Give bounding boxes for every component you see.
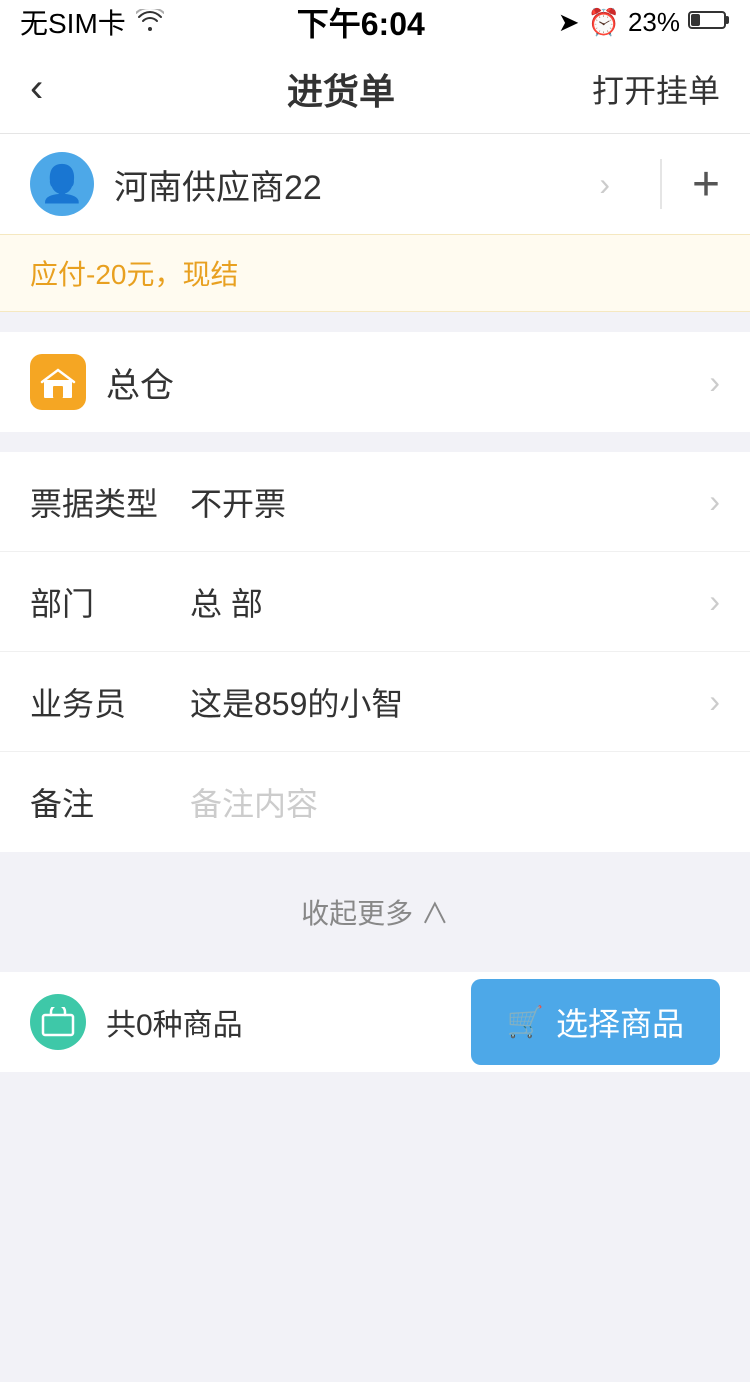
select-product-button[interactable]: 🛒 选择商品 [471, 979, 720, 1065]
back-button[interactable]: ‹ [30, 66, 90, 111]
warehouse-label: 总仓 [106, 358, 709, 407]
location-icon: ➤ [558, 7, 580, 38]
status-right: ➤ ⏰ 23% [558, 7, 730, 38]
remark-placeholder[interactable]: 备注内容 [170, 779, 720, 825]
select-product-label: 选择商品 [556, 999, 684, 1045]
bottom-bar: 共0种商品 🛒 选择商品 [0, 972, 750, 1072]
department-row[interactable]: 部门 总 部 › [0, 552, 750, 652]
nav-bar: ‹ 进货单 打开挂单 [0, 44, 750, 134]
collapse-label: 收起更多 ∧ [301, 892, 449, 932]
supplier-avatar: 👤 [30, 152, 94, 216]
collapse-bar[interactable]: 收起更多 ∧ [0, 872, 750, 952]
content-area: 👤 河南供应商22 › + 应付-20元，现结 总仓 › [0, 134, 750, 1382]
battery-icon [688, 7, 730, 38]
warehouse-row[interactable]: 总仓 › [0, 332, 750, 432]
remark-label: 备注 [30, 779, 170, 825]
alarm-icon: ⏰ [588, 7, 620, 38]
invoice-type-row[interactable]: 票据类型 不开票 › [0, 452, 750, 552]
warehouse-card: 总仓 › [0, 332, 750, 432]
warehouse-icon [30, 354, 86, 410]
form-card: 票据类型 不开票 › 部门 总 部 › 业务员 这是859的小智 › 备注 备注… [0, 452, 750, 852]
remark-row[interactable]: 备注 备注内容 [0, 752, 750, 852]
add-supplier-button[interactable]: + [692, 157, 720, 212]
carrier-label: 无SIM卡 [20, 2, 126, 42]
notice-bar: 应付-20元，现结 [0, 234, 750, 312]
wifi-icon [136, 6, 164, 38]
battery-label: 23% [628, 7, 680, 38]
supplier-name: 河南供应商22 [114, 160, 599, 209]
status-left: 无SIM卡 [20, 2, 164, 42]
invoice-type-label: 票据类型 [30, 479, 170, 525]
supplier-divider [660, 159, 662, 209]
salesperson-row[interactable]: 业务员 这是859的小智 › [0, 652, 750, 752]
product-count-text: 共0种商品 [106, 1000, 471, 1044]
invoice-type-chevron-icon: › [709, 483, 720, 520]
page-title: 进货单 [287, 63, 395, 115]
salesperson-chevron-icon: › [709, 683, 720, 720]
cart-icon: 🛒 [507, 1005, 544, 1040]
person-icon: 👤 [40, 163, 85, 205]
supplier-card: 👤 河南供应商22 › + 应付-20元，现结 [0, 134, 750, 312]
supplier-chevron-icon: › [599, 166, 610, 203]
department-chevron-icon: › [709, 583, 720, 620]
status-time: 下午6:04 [297, 0, 425, 45]
department-value: 总 部 [170, 579, 709, 625]
product-count-icon [30, 994, 86, 1050]
page-background [0, 1072, 750, 1382]
salesperson-value: 这是859的小智 [170, 679, 709, 725]
warehouse-chevron-icon: › [709, 364, 720, 401]
status-bar: 无SIM卡 下午6:04 ➤ ⏰ 23% [0, 0, 750, 44]
notice-text: 应付-20元，现结 [30, 259, 238, 290]
invoice-type-value: 不开票 [170, 479, 709, 525]
department-label: 部门 [30, 579, 170, 625]
open-pending-button[interactable]: 打开挂单 [592, 66, 720, 112]
supplier-row[interactable]: 👤 河南供应商22 › + [0, 134, 750, 234]
salesperson-label: 业务员 [30, 679, 170, 725]
